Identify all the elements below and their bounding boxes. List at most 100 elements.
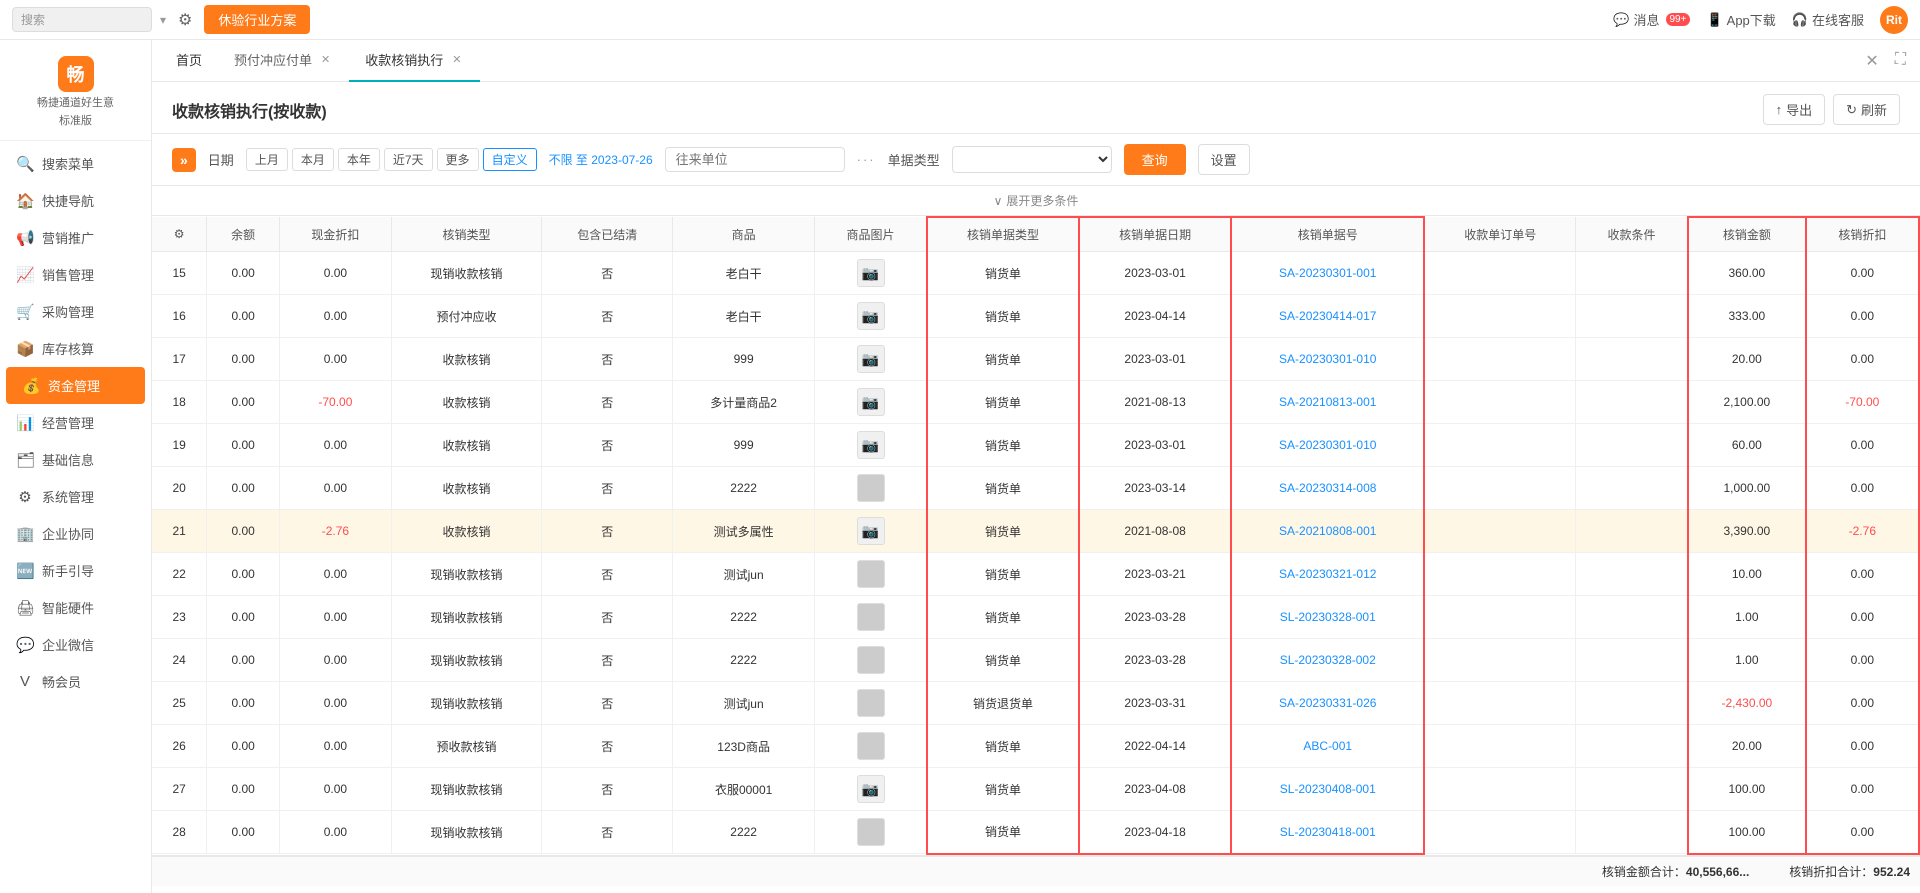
- search-input-top[interactable]: 搜索: [12, 7, 152, 32]
- writeoff-no-link[interactable]: SA-20230331-026: [1279, 696, 1376, 710]
- avatar: Rit: [1880, 6, 1908, 34]
- sidebar-item-wechat[interactable]: 💬 企业微信: [0, 626, 151, 663]
- writeoff-no-link[interactable]: SA-20230321-012: [1279, 567, 1376, 581]
- writeoff-no-link[interactable]: SA-20230301-010: [1279, 438, 1376, 452]
- filter-expand-button[interactable]: »: [172, 148, 196, 172]
- writeoff-no-link[interactable]: SA-20230414-017: [1279, 309, 1376, 323]
- th-cash-discount[interactable]: 现金折扣: [280, 217, 392, 252]
- date-btn-this-year[interactable]: 本年: [338, 148, 380, 171]
- th-goods[interactable]: 商品: [673, 217, 815, 252]
- sidebar-item-search[interactable]: 🔍 搜索菜单: [0, 145, 151, 182]
- date-btn-custom[interactable]: 自定义: [483, 148, 537, 171]
- cell-goods-img: 📷: [815, 510, 927, 553]
- footer-writeoff-amount-label: 核销金额合计：40,556,66...: [1602, 863, 1749, 880]
- th-include-settled[interactable]: 包含已结清: [542, 217, 673, 252]
- sidebar-item-guide[interactable]: 🆕 新手引导: [0, 552, 151, 589]
- writeoff-no-link[interactable]: SL-20230408-001: [1280, 782, 1376, 796]
- writeoff-no-link[interactable]: SA-20230301-001: [1279, 266, 1376, 280]
- tab-collect[interactable]: 收款核销执行 ✕: [349, 40, 480, 82]
- app-download-link[interactable]: 📱 App下载: [1706, 10, 1775, 29]
- th-writeoff-discount[interactable]: 核销折扣: [1806, 217, 1919, 252]
- sidebar-item-purchase[interactable]: 🛒 采购管理: [0, 293, 151, 330]
- writeoff-no-link[interactable]: SL-20230328-001: [1280, 610, 1376, 624]
- sidebar-item-system[interactable]: ⚙ 系统管理: [0, 478, 151, 515]
- writeoff-no-link[interactable]: SA-20210813-001: [1279, 395, 1376, 409]
- cell-writeoff-discount: -2.76: [1806, 510, 1919, 553]
- user-avatar[interactable]: Rit: [1880, 6, 1908, 34]
- th-goods-img[interactable]: 商品图片: [815, 217, 927, 252]
- dropdown-chevron-icon[interactable]: ▾: [160, 13, 166, 27]
- tab-fullscreen-icon[interactable]: ⛶: [1889, 49, 1912, 73]
- date-btn-more[interactable]: 更多: [437, 148, 479, 171]
- sidebar-item-nav[interactable]: 🏠 快捷导航: [0, 182, 151, 219]
- cell-writeoff-receipt-type: 销货单: [927, 725, 1079, 768]
- tab-close-window-icon[interactable]: ✕: [1859, 49, 1884, 73]
- th-balance[interactable]: 余额: [207, 217, 280, 252]
- cell-writeoff-no: SA-20230321-012: [1231, 553, 1424, 596]
- main-content: 首页 预付冲应付单 ✕ 收款核销执行 ✕ ✕ ⛶ 收款核销执行(按收款) ↑ 导…: [152, 40, 1920, 893]
- expand-more-button[interactable]: ∨ 展开更多条件: [994, 192, 1079, 209]
- sidebar-item-operations[interactable]: 📊 经营管理: [0, 404, 151, 441]
- tab-prepay[interactable]: 预付冲应付单 ✕: [218, 40, 349, 82]
- sidebar-item-inventory[interactable]: 📦 库存核算: [0, 330, 151, 367]
- sidebar-item-collab[interactable]: 🏢 企业协同: [0, 515, 151, 552]
- search-button[interactable]: 查询: [1124, 144, 1186, 175]
- table-row: 23 0.00 0.00 现销收款核销 否 2222 销货单 2023-03-2…: [152, 596, 1919, 639]
- writeoff-no-link[interactable]: SA-20230314-008: [1279, 481, 1376, 495]
- writeoff-no-link[interactable]: SA-20230301-010: [1279, 352, 1376, 366]
- sidebar-item-marketing[interactable]: 📢 营销推广: [0, 219, 151, 256]
- sidebar-item-finance[interactable]: 💰 资金管理: [6, 367, 145, 404]
- sidebar-item-sales[interactable]: 📈 销售管理: [0, 256, 151, 293]
- writeoff-no-link[interactable]: ABC-001: [1303, 739, 1352, 753]
- gear-icon[interactable]: ⚙: [178, 10, 192, 30]
- tab-prepay-label: 预付冲应付单: [234, 50, 312, 69]
- industry-solution-button[interactable]: 休验行业方案: [204, 5, 310, 34]
- export-button[interactable]: ↑ 导出: [1763, 94, 1826, 125]
- sidebar-item-hardware[interactable]: 🖨 智能硬件: [0, 589, 151, 626]
- cell-writeoff-date: 2021-08-13: [1079, 381, 1231, 424]
- th-writeoff-type[interactable]: 核销类型: [391, 217, 541, 252]
- cell-balance: 0.00: [207, 811, 280, 854]
- cell-cash-discount: 0.00: [280, 811, 392, 854]
- sidebar-item-member[interactable]: V 畅会员: [0, 663, 151, 700]
- writeoff-no-link[interactable]: SL-20230418-001: [1280, 825, 1376, 839]
- cell-writeoff-date: 2023-03-28: [1079, 596, 1231, 639]
- th-writeoff-receipt-type[interactable]: 核销单据类型: [927, 217, 1079, 252]
- date-btn-last-month[interactable]: 上月: [246, 148, 288, 171]
- message-icon-area[interactable]: 💬 消息 99+: [1613, 10, 1690, 29]
- data-table-container[interactable]: ⚙ 余额 现金折扣 核销类型 包含已结清 商品 商品图片 核销单据类型 核销单据…: [152, 216, 1920, 893]
- refresh-button[interactable]: ↻ 刷新: [1833, 94, 1900, 125]
- from-unit-input[interactable]: [665, 147, 845, 172]
- cell-include-settled: 否: [542, 596, 673, 639]
- tab-home[interactable]: 首页: [160, 40, 218, 82]
- th-receipt-order-no[interactable]: 收款单订单号: [1424, 217, 1575, 252]
- cell-include-settled: 否: [542, 682, 673, 725]
- writeoff-no-link[interactable]: SA-20210808-001: [1279, 524, 1376, 538]
- th-receipt-condition[interactable]: 收款条件: [1576, 217, 1688, 252]
- th-settings[interactable]: ⚙: [152, 217, 207, 252]
- table-footer: 核销金额合计：40,556,66... 核销折扣合计：952.24: [152, 855, 1920, 886]
- th-writeoff-no[interactable]: 核销单据号: [1231, 217, 1424, 252]
- setting-button[interactable]: 设置: [1198, 144, 1250, 175]
- online-service-link[interactable]: 🎧 在线客服: [1792, 10, 1864, 29]
- cell-receipt-condition: [1576, 510, 1688, 553]
- tab-collect-close-icon[interactable]: ✕: [449, 52, 464, 67]
- cell-writeoff-type: 现销收款核销: [391, 639, 541, 682]
- cell-cash-discount: 0.00: [280, 338, 392, 381]
- tab-prepay-close-icon[interactable]: ✕: [318, 52, 333, 67]
- date-btn-this-month[interactable]: 本月: [292, 148, 334, 171]
- cell-receipt-condition: [1576, 553, 1688, 596]
- page-title: 收款核销执行(按收款): [172, 98, 327, 122]
- date-btn-7days[interactable]: 近7天: [384, 148, 433, 171]
- cell-receipt-condition: [1576, 424, 1688, 467]
- writeoff-no-link[interactable]: SL-20230328-002: [1280, 653, 1376, 667]
- cell-receipt-condition: [1576, 768, 1688, 811]
- receipt-type-select[interactable]: [952, 146, 1112, 173]
- cell-writeoff-date: 2023-04-08: [1079, 768, 1231, 811]
- cell-include-settled: 否: [542, 639, 673, 682]
- cell-writeoff-type: 收款核销: [391, 510, 541, 553]
- th-writeoff-amount[interactable]: 核销金额: [1688, 217, 1806, 252]
- th-writeoff-date[interactable]: 核销单据日期: [1079, 217, 1231, 252]
- cell-writeoff-amount: 2,100.00: [1688, 381, 1806, 424]
- sidebar-item-basic[interactable]: 🗂 基础信息: [0, 441, 151, 478]
